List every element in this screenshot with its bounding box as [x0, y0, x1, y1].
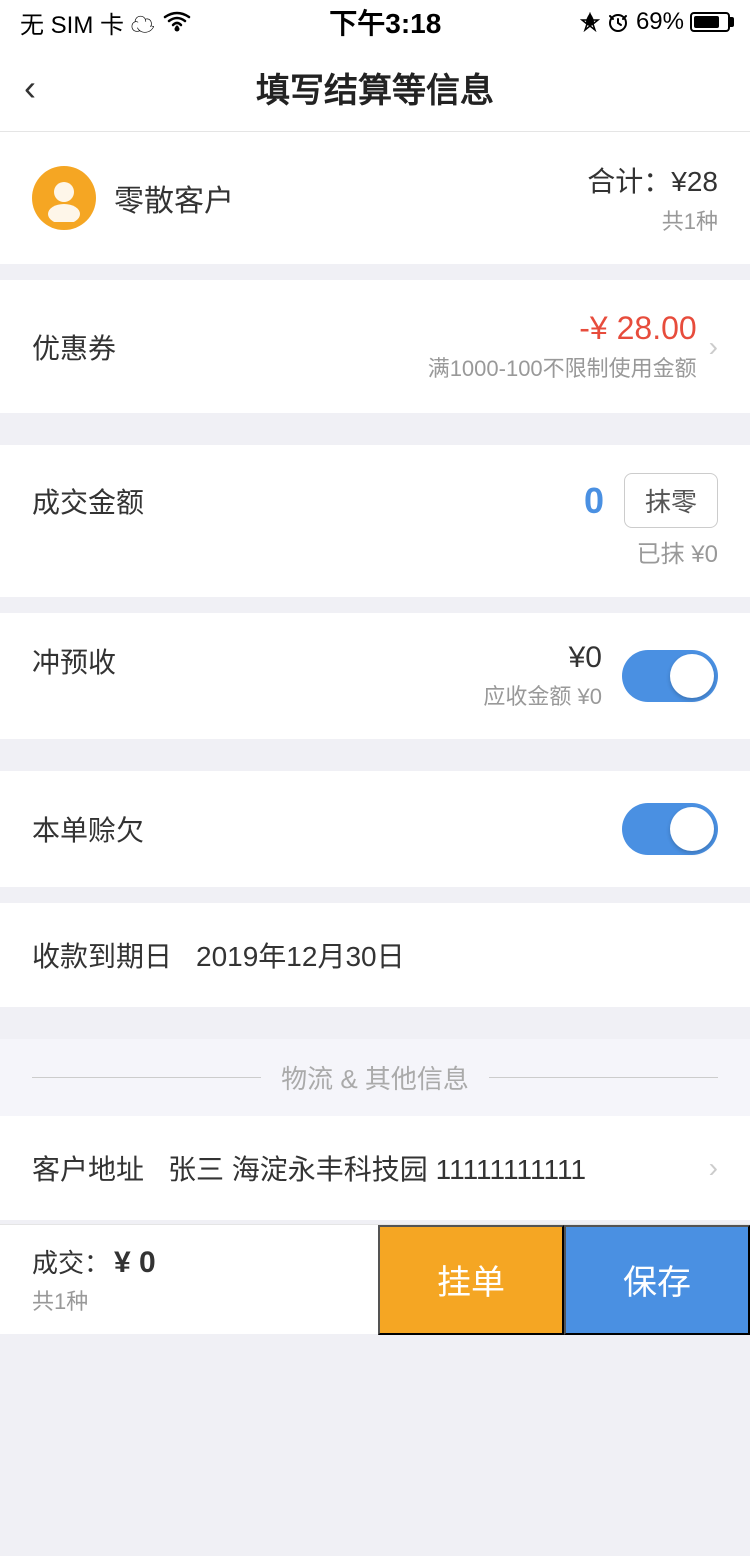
battery-percent: 69%: [636, 8, 684, 36]
duedate-section: 收款到期日 2019年12月30日: [0, 903, 750, 1007]
amount-row: 成交金额 0 抹零: [0, 445, 750, 528]
customer-left: 零散客户: [32, 166, 234, 230]
bottom-deal-amount: ¥ 0: [114, 1246, 156, 1280]
prepay-main-value: ¥0: [483, 641, 602, 675]
address-chevron: ›: [709, 1152, 718, 1184]
duedate-value: 2019年12月30日: [196, 935, 405, 975]
debt-label: 本单赊欠: [32, 809, 144, 849]
address-label: 客户地址: [32, 1148, 144, 1188]
logistics-header: 物流 & 其他信息: [0, 1039, 750, 1116]
debt-row: 本单赊欠: [0, 771, 750, 887]
prepay-label: 冲预收: [32, 641, 116, 681]
prepay-sub-value: 应收金额 ¥0: [483, 679, 602, 711]
wifi-icon: [163, 11, 191, 33]
total-amount: 合计：¥28: [587, 160, 718, 200]
spacer-2: [0, 755, 750, 771]
sim-label: 无 SIM 卡 ☁: [20, 5, 155, 40]
bottom-count: 共1种: [32, 1284, 346, 1316]
content: 零散客户 合计：¥28 共1种 优惠券 -¥ 28.00 满1000-100不限…: [0, 132, 750, 1556]
logistics-divider-left: [32, 1077, 261, 1078]
prepay-toggle[interactable]: [622, 650, 718, 702]
status-left: 无 SIM 卡 ☁: [20, 5, 191, 40]
debt-toggle-knob: [670, 807, 714, 851]
alarm-icon: [606, 11, 630, 33]
status-time: 下午3:18: [329, 2, 441, 42]
prepay-section: 冲预收 ¥0 应收金额 ¥0: [0, 613, 750, 739]
battery-icon: [690, 12, 730, 32]
coupon-row[interactable]: 优惠券 -¥ 28.00 满1000-100不限制使用金额 ›: [0, 280, 750, 413]
bottom-bar: 成交： ¥ 0 共1种 挂单 保存: [0, 1224, 750, 1334]
duedate-label: 收款到期日: [32, 935, 172, 975]
spacer-3: [0, 1023, 750, 1039]
logistics-divider-right: [489, 1077, 718, 1078]
logistics-label: 物流 & 其他信息: [281, 1059, 469, 1096]
coupon-chevron: ›: [709, 331, 718, 363]
coupon-label: 优惠券: [32, 327, 116, 367]
coupon-section: 优惠券 -¥ 28.00 满1000-100不限制使用金额 ›: [0, 280, 750, 413]
back-button[interactable]: ‹: [24, 67, 36, 109]
nav-bar: ‹ 填写结算等信息: [0, 44, 750, 132]
coupon-desc: 满1000-100不限制使用金额: [428, 351, 697, 383]
amount-input[interactable]: 0: [544, 480, 604, 522]
amount-label: 成交金额: [32, 481, 144, 521]
spacer-1: [0, 429, 750, 445]
address-content: 张三 海淀永丰科技园 11111111111: [168, 1148, 709, 1188]
toggle-knob: [670, 654, 714, 698]
status-right: 69%: [580, 8, 730, 36]
location-icon: [580, 12, 600, 32]
debt-toggle[interactable]: [622, 803, 718, 855]
prepay-amounts: ¥0 应收金额 ¥0: [483, 641, 602, 711]
pending-button[interactable]: 挂单: [378, 1225, 564, 1335]
duedate-row[interactable]: 收款到期日 2019年12月30日: [0, 903, 750, 1007]
page-title: 填写结算等信息: [256, 63, 494, 112]
customer-section: 零散客户 合计：¥28 共1种: [0, 132, 750, 264]
bottom-info: 成交： ¥ 0 共1种: [0, 1243, 378, 1316]
round-button[interactable]: 抹零: [624, 473, 718, 528]
customer-right: 合计：¥28 共1种: [587, 160, 718, 236]
address-row[interactable]: 客户地址 张三 海淀永丰科技园 11111111111 ›: [0, 1116, 750, 1220]
address-section: 客户地址 张三 海淀永丰科技园 11111111111 ›: [0, 1116, 750, 1220]
bottom-deal-label: 成交：: [32, 1243, 110, 1280]
customer-avatar: [32, 166, 96, 230]
debt-section: 本单赊欠: [0, 771, 750, 887]
total-count: 共1种: [587, 204, 718, 236]
amount-section: 成交金额 0 抹零 已抹 ¥0: [0, 445, 750, 597]
coupon-value: -¥ 28.00: [428, 310, 697, 347]
status-bar: 无 SIM 卡 ☁ 下午3:18 69%: [0, 0, 750, 44]
coupon-right: -¥ 28.00 满1000-100不限制使用金额 ›: [428, 310, 718, 383]
already-rounded: 已抹 ¥0: [637, 534, 718, 569]
save-button[interactable]: 保存: [564, 1225, 750, 1335]
amount-row-bottom: 已抹 ¥0: [0, 528, 750, 597]
customer-name: 零散客户: [114, 176, 234, 220]
